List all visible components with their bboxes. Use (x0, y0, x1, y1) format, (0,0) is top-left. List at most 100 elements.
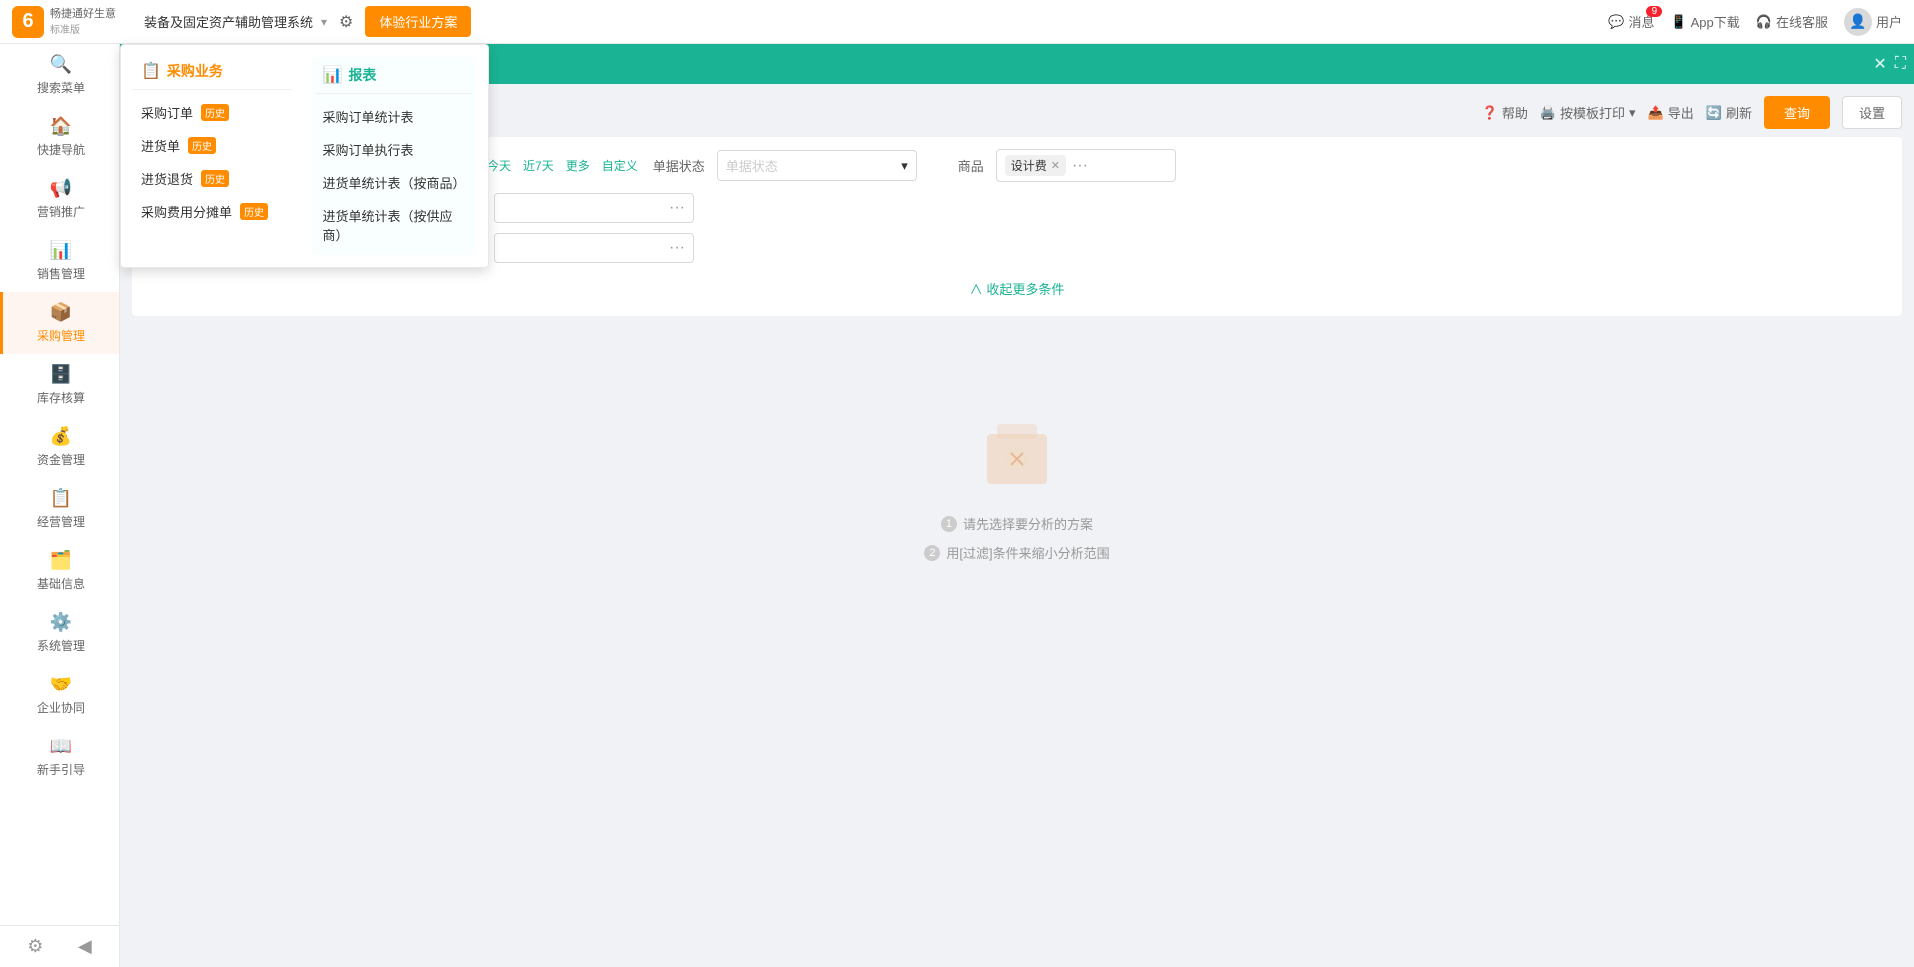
help-icon: ❓ (1482, 105, 1498, 121)
purchase-icon: 📦 (50, 302, 72, 323)
sidebar-item-operation[interactable]: 📋 经营管理 (0, 478, 119, 540)
sidebar-label-system: 系统管理 (37, 637, 85, 654)
export-btn[interactable]: 📤 导出 (1648, 103, 1694, 122)
sidebar-bottom: ⚙ ◀ (0, 925, 119, 967)
sidebar-item-marketing[interactable]: 📢 营销推广 (0, 168, 119, 230)
service-label: 在线客服 (1776, 12, 1828, 31)
sidebar-settings-icon[interactable]: ⚙ (27, 936, 43, 957)
menu-label-inbound-by-supplier: 进货单统计表（按供应商） (323, 206, 465, 244)
topbar: 6 畅捷通好生意 标准版 装备及固定资产辅助管理系统 ▾ ⚙ 体验行业方案 💬 … (0, 0, 1914, 44)
report-icon: 📊 (323, 65, 343, 85)
menu-item-inbound-by-goods[interactable]: 进货单统计表（按商品） (315, 166, 473, 199)
customer-input[interactable]: ··· (494, 233, 694, 263)
empty-hint-2: 2 用[过滤]条件来缩小分析范围 (924, 543, 1109, 562)
menu-item-inbound[interactable]: 进货单 历史 (133, 129, 291, 162)
search-icon: 🔍 (50, 54, 72, 75)
help-btn[interactable]: ❓ 帮助 (1482, 103, 1528, 122)
menu-item-inbound-by-supplier[interactable]: 进货单统计表（按供应商） (315, 199, 473, 251)
menu-item-order-stat[interactable]: 采购订单统计表 (315, 100, 473, 133)
menu-item-order-exec[interactable]: 采购订单执行表 (315, 133, 473, 166)
sidebar-label-nav: 快捷导航 (37, 141, 85, 158)
topbar-settings-icon[interactable]: ⚙ (335, 8, 357, 36)
setup-btn[interactable]: 设置 (1842, 96, 1902, 129)
sidebar-item-inventory[interactable]: 🗄️ 库存核算 (0, 354, 119, 416)
sidebar-item-basic[interactable]: 🗂️ 基础信息 (0, 540, 119, 602)
sidebar: 🔍 搜索菜单 🏠 快捷导航 📢 营销推广 📊 销售管理 📦 采购管理 🗄️ 库存… (0, 44, 120, 967)
sidebar-item-newbie[interactable]: 📖 新手引导 (0, 726, 119, 788)
avatar: 👤 (1844, 8, 1872, 36)
marketing-icon: 📢 (50, 178, 72, 199)
sidebar-item-finance[interactable]: 💰 资金管理 (0, 416, 119, 478)
tab-bar-right: ✕ ⛶ (1873, 54, 1906, 74)
status-value: 单据状态 (726, 156, 778, 175)
refresh-icon: 🔄 (1706, 105, 1722, 121)
menu-label-return: 进货退货 (141, 169, 193, 188)
menu-label-order-stat: 采购订单统计表 (323, 107, 414, 126)
report-col-title: 📊 报表 (315, 61, 473, 94)
collapse-label: 收起更多条件 (986, 282, 1064, 297)
hint-num-2: 2 (924, 545, 940, 561)
system-title: 装备及固定资产辅助管理系统 (144, 12, 313, 31)
refresh-btn[interactable]: 🔄 刷新 (1706, 103, 1752, 122)
export-icon: 📤 (1648, 105, 1664, 121)
service-btn[interactable]: 🎧 在线客服 (1756, 12, 1828, 31)
status-label: 单据状态 (650, 156, 705, 175)
sidebar-item-sales[interactable]: 📊 销售管理 (0, 230, 119, 292)
message-icon: 💬 (1608, 14, 1624, 30)
query-btn[interactable]: 查询 (1764, 96, 1830, 129)
goods-dots[interactable]: ··· (1072, 157, 1088, 175)
goods-tag: 设计费 ✕ (1005, 155, 1066, 176)
app-download-btn[interactable]: 📱 App下载 (1670, 12, 1739, 31)
menu-item-purchase-order[interactable]: 采购订单 历史 (133, 96, 291, 129)
sidebar-collapse-icon[interactable]: ◀ (78, 936, 92, 957)
sidebar-label-search: 搜索菜单 (37, 79, 85, 96)
salesman-input[interactable]: ··· (494, 193, 694, 223)
print-btn[interactable]: 🖨️ 按模板打印 ▾ (1540, 103, 1636, 122)
tab-maximize-icon[interactable]: ⛶ (1895, 55, 1906, 73)
sales-icon: 📊 (50, 240, 72, 261)
message-badge: 9 (1646, 6, 1662, 17)
date-custom[interactable]: 自定义 (602, 157, 638, 174)
home-icon: 🏠 (50, 116, 72, 137)
logo-text: 畅捷通好生意 (50, 7, 116, 21)
sidebar-item-search[interactable]: 🔍 搜索菜单 (0, 44, 119, 106)
date-7days[interactable]: 近7天 (523, 157, 554, 174)
collapse-row[interactable]: ∧ 收起更多条件 (148, 273, 1886, 304)
topbar-right: 💬 消息 9 📱 App下载 🎧 在线客服 👤 用户 (1608, 8, 1902, 36)
sidebar-label-operation: 经营管理 (37, 513, 85, 530)
menu-item-expense[interactable]: 采购费用分摊单 历史 (133, 195, 291, 228)
system-dropdown-icon[interactable]: ▾ (321, 15, 327, 29)
empty-illustration (967, 404, 1067, 504)
sidebar-item-purchase[interactable]: 📦 采购管理 (0, 292, 119, 354)
date-today[interactable]: 今天 (487, 157, 511, 174)
menu-item-return[interactable]: 进货退货 历史 (133, 162, 291, 195)
finance-icon: 💰 (50, 426, 72, 447)
logo-icon: 6 (12, 6, 44, 38)
status-select[interactable]: 单据状态 ▾ (717, 150, 917, 181)
headset-icon: 🎧 (1756, 14, 1772, 30)
print-dropdown-icon[interactable]: ▾ (1629, 105, 1636, 121)
sidebar-label-enterprise: 企业协同 (37, 699, 85, 716)
sidebar-label-newbie: 新手引导 (37, 761, 85, 778)
salesman-dots[interactable]: ··· (669, 199, 685, 217)
message-btn[interactable]: 💬 消息 9 (1608, 12, 1654, 31)
sidebar-item-nav[interactable]: 🏠 快捷导航 (0, 106, 119, 168)
topbar-center: 装备及固定资产辅助管理系统 ▾ ⚙ 体验行业方案 (132, 6, 1608, 37)
sidebar-item-system[interactable]: ⚙️ 系统管理 (0, 602, 119, 664)
status-arrow: ▾ (901, 158, 908, 174)
app-label: App下载 (1691, 12, 1740, 31)
sidebar-item-enterprise[interactable]: 🤝 企业协同 (0, 664, 119, 726)
tab-close-btn[interactable]: ✕ (1873, 54, 1886, 74)
goods-input[interactable]: 设计费 ✕ ··· (996, 149, 1176, 182)
industry-btn[interactable]: 体验行业方案 (365, 6, 471, 37)
inventory-icon: 🗄️ (50, 364, 72, 385)
purchase-dropdown-menu: 📋 采购业务 采购订单 历史 进货单 历史 进货退货 历史 采购费用分摊单 历史… (120, 44, 489, 268)
sidebar-label-purchase: 采购管理 (37, 327, 85, 344)
date-more[interactable]: 更多 (566, 157, 590, 174)
goods-tag-close[interactable]: ✕ (1051, 159, 1060, 172)
user-btn[interactable]: 👤 用户 (1844, 8, 1902, 36)
customer-dots[interactable]: ··· (669, 239, 685, 257)
purchase-biz-col: 📋 采购业务 采购订单 历史 进货单 历史 进货退货 历史 采购费用分摊单 历史 (133, 57, 291, 255)
menu-label-inbound: 进货单 (141, 136, 180, 155)
operation-icon: 📋 (50, 488, 72, 509)
